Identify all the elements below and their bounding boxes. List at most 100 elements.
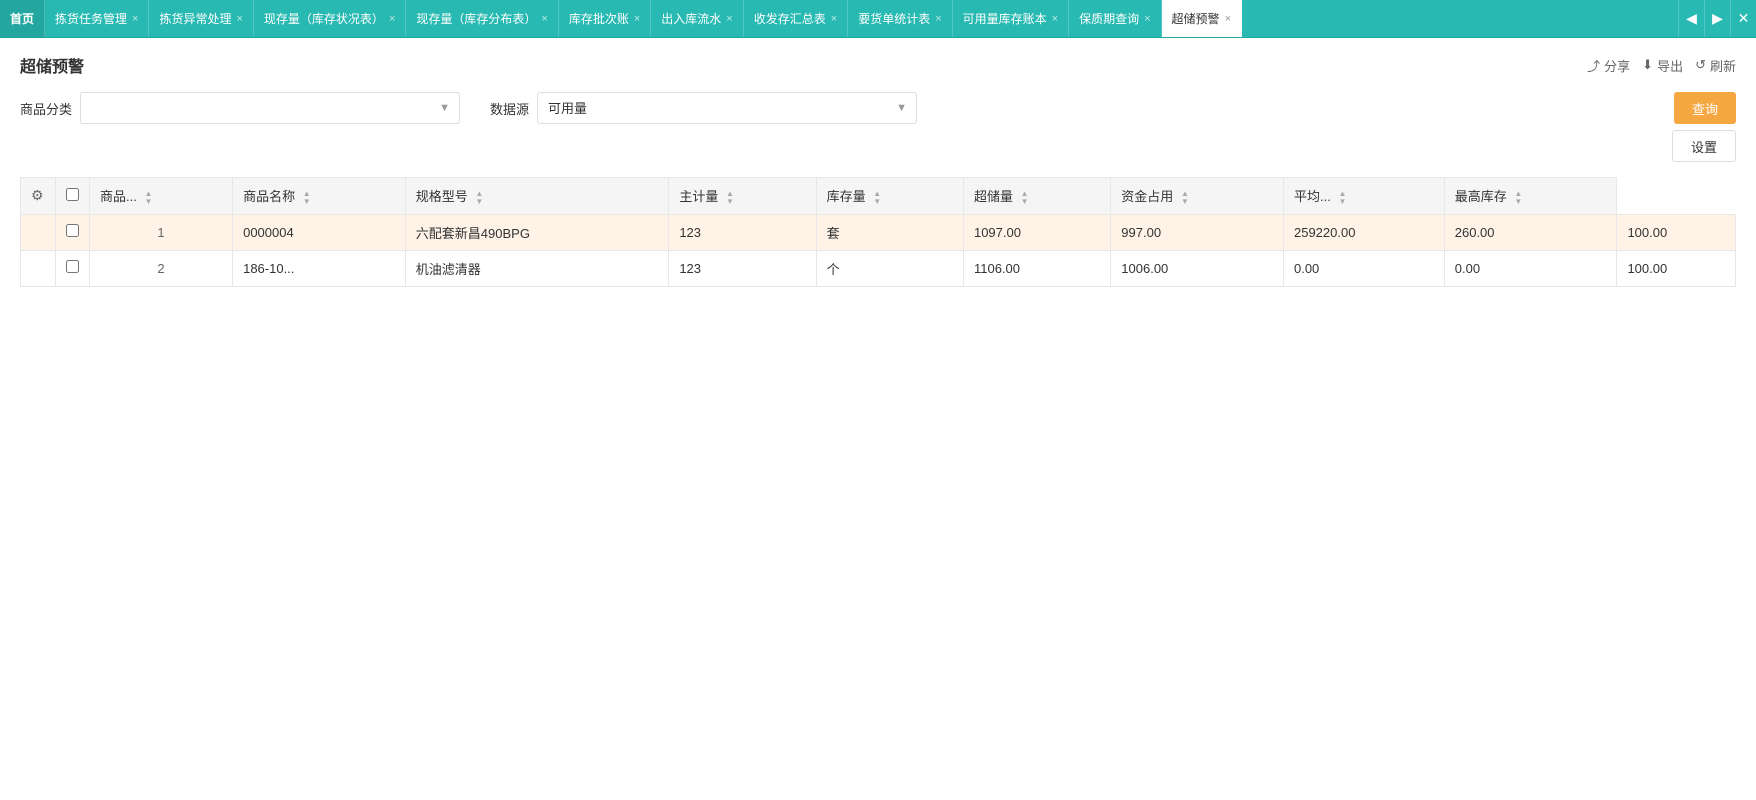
sort-icon-max-stock: ▲ ▼ xyxy=(1514,190,1522,206)
row-capital-1: 0.00 xyxy=(1283,250,1444,286)
nav-item-quality-check[interactable]: 保质期查询 × xyxy=(1069,0,1161,37)
col-header-checkbox[interactable] xyxy=(56,178,90,215)
settings-button[interactable]: 设置 xyxy=(1672,130,1736,162)
export-icon: ⬇ xyxy=(1642,57,1653,73)
col-header-product-code[interactable]: 商品... ▲ ▼ xyxy=(90,178,233,215)
row-checkbox-cell-0[interactable] xyxy=(56,214,90,250)
export-button[interactable]: ⬇ 导出 xyxy=(1642,56,1683,75)
row-checkbox-cell-1[interactable] xyxy=(56,250,90,286)
close-icon-available-inv[interactable]: × xyxy=(1052,13,1058,25)
row-avg-1: 0.00 xyxy=(1444,250,1617,286)
nav-label-inout: 出入库流水 xyxy=(661,10,721,27)
nav-item-inventory-status[interactable]: 现存量（库存状况表） × xyxy=(254,0,406,37)
col-label-capital: 资金占用 xyxy=(1121,189,1173,204)
row-overstock-1: 1006.00 xyxy=(1111,250,1284,286)
sort-icon-overstock: ▲ ▼ xyxy=(1021,190,1029,206)
close-icon-inventory-dist[interactable]: × xyxy=(541,13,547,25)
datasource-label: 数据源 xyxy=(490,99,529,118)
datasource-select-wrapper: 可用量 库存量 ▼ xyxy=(537,92,917,124)
row-unit-1: 个 xyxy=(816,250,963,286)
nav-label-exception: 拣货异常处理 xyxy=(159,10,231,27)
col-label-max-stock: 最高库存 xyxy=(1455,189,1507,204)
row-product-name-1: 机油滤清器 xyxy=(405,250,669,286)
table-row: 2 186-10... 机油滤清器 123 个 1106.00 1006.00 … xyxy=(21,250,1736,286)
nav-arrow-right[interactable]: ▶ xyxy=(1704,0,1730,38)
nav-label-home: 首页 xyxy=(10,10,34,27)
nav-item-home[interactable]: 首页 xyxy=(0,0,45,37)
col-header-spec[interactable]: 规格型号 ▲ ▼ xyxy=(405,178,669,215)
row-settings-1 xyxy=(21,250,56,286)
filter-group-datasource: 数据源 可用量 库存量 ▼ xyxy=(490,92,917,124)
col-header-overstock[interactable]: 超储量 ▲ ▼ xyxy=(963,178,1110,215)
export-label: 导出 xyxy=(1657,56,1683,75)
sort-icon-unit: ▲ ▼ xyxy=(726,190,734,206)
nav-label-available-inv: 可用量库存账本 xyxy=(963,10,1047,27)
col-header-avg[interactable]: 平均... ▲ ▼ xyxy=(1283,178,1444,215)
col-label-stock: 库存量 xyxy=(827,189,866,204)
filter-row: 商品分类 ▼ 数据源 可用量 库存量 ▼ xyxy=(20,92,1652,124)
row-unit-0: 套 xyxy=(816,214,963,250)
nav-item-task-mgmt[interactable]: 拣货任务管理 × xyxy=(45,0,149,37)
sort-icon-avg: ▲ ▼ xyxy=(1338,190,1346,206)
close-icon-task[interactable]: × xyxy=(132,13,138,25)
row-checkbox-1[interactable] xyxy=(66,260,79,273)
col-label-product-name: 商品名称 xyxy=(243,189,295,204)
col-header-unit[interactable]: 主计量 ▲ ▼ xyxy=(669,178,816,215)
nav-item-inventory-dist[interactable]: 现存量（库存分布表） × xyxy=(406,0,558,37)
nav-item-exception[interactable]: 拣货异常处理 × xyxy=(149,0,253,37)
share-icon: ⤴ xyxy=(1587,56,1600,75)
row-num-1: 2 xyxy=(90,250,233,286)
header-actions: ⤴ 分享 ⬇ 导出 ↺ 刷新 xyxy=(1587,56,1736,75)
close-icon-order-stats[interactable]: × xyxy=(935,13,941,25)
close-icon-exception[interactable]: × xyxy=(236,13,242,25)
share-button[interactable]: ⤴ 分享 xyxy=(1587,56,1630,75)
table-gear-icon[interactable]: ⚙ xyxy=(31,187,44,203)
refresh-button[interactable]: ↺ 刷新 xyxy=(1695,56,1736,75)
sort-icon-capital: ▲ ▼ xyxy=(1181,190,1189,206)
category-select[interactable] xyxy=(80,92,460,124)
nav-item-available-inv[interactable]: 可用量库存账本 × xyxy=(953,0,1069,37)
col-label-overstock: 超储量 xyxy=(974,189,1013,204)
col-header-max-stock[interactable]: 最高库存 ▲ ▼ xyxy=(1444,178,1617,215)
nav-label-quality: 保质期查询 xyxy=(1079,10,1139,27)
nav-label-batch: 库存批次账 xyxy=(569,10,629,27)
col-header-settings[interactable]: ⚙ xyxy=(21,178,56,215)
row-product-code-0: 0000004 xyxy=(233,214,406,250)
row-num-0: 1 xyxy=(90,214,233,250)
nav-item-order-stats[interactable]: 要货单统计表 × xyxy=(848,0,952,37)
nav-item-inout-flow[interactable]: 出入库流水 × xyxy=(651,0,743,37)
close-icon-inventory-status[interactable]: × xyxy=(389,13,395,25)
top-navigation: 首页 拣货任务管理 × 拣货异常处理 × 现存量（库存状况表） × 现存量（库存… xyxy=(0,0,1756,38)
nav-arrow-left[interactable]: ◀ xyxy=(1678,0,1704,38)
sort-icon-spec: ▲ ▼ xyxy=(475,190,483,206)
page-title: 超储预警 xyxy=(20,53,84,77)
col-header-stock[interactable]: 库存量 ▲ ▼ xyxy=(816,178,963,215)
row-stock-0: 1097.00 xyxy=(963,214,1110,250)
col-label-unit: 主计量 xyxy=(679,189,718,204)
category-select-wrapper: ▼ xyxy=(80,92,460,124)
nav-label-inventory-status: 现存量（库存状况表） xyxy=(264,10,384,27)
sort-icon-stock: ▲ ▼ xyxy=(873,190,881,206)
close-icon-quality[interactable]: × xyxy=(1144,13,1150,25)
close-icon-inout[interactable]: × xyxy=(726,13,732,25)
datasource-select[interactable]: 可用量 库存量 xyxy=(537,92,917,124)
close-icon-overstock[interactable]: × xyxy=(1225,13,1231,25)
share-label: 分享 xyxy=(1604,56,1630,75)
page-header: 超储预警 ⤴ 分享 ⬇ 导出 ↺ 刷新 xyxy=(20,53,1736,77)
row-checkbox-0[interactable] xyxy=(66,224,79,237)
filter-group-category: 商品分类 ▼ xyxy=(20,92,460,124)
row-max-stock-1: 100.00 xyxy=(1617,250,1736,286)
sort-icon-product-code: ▲ ▼ xyxy=(144,190,152,206)
nav-label-overstock: 超储预警 xyxy=(1172,10,1220,27)
close-icon-receive-send[interactable]: × xyxy=(831,13,837,25)
nav-item-batch[interactable]: 库存批次账 × xyxy=(559,0,651,37)
query-button[interactable]: 查询 xyxy=(1674,92,1736,124)
row-settings-0 xyxy=(21,214,56,250)
col-header-capital[interactable]: 资金占用 ▲ ▼ xyxy=(1111,178,1284,215)
nav-item-overstock[interactable]: 超储预警 × xyxy=(1162,0,1242,37)
close-icon-batch[interactable]: × xyxy=(634,13,640,25)
nav-item-receive-send[interactable]: 收发存汇总表 × xyxy=(744,0,848,37)
col-header-product-name[interactable]: 商品名称 ▲ ▼ xyxy=(233,178,406,215)
select-all-checkbox[interactable] xyxy=(66,188,79,201)
nav-arrow-close[interactable]: ✕ xyxy=(1730,0,1756,38)
